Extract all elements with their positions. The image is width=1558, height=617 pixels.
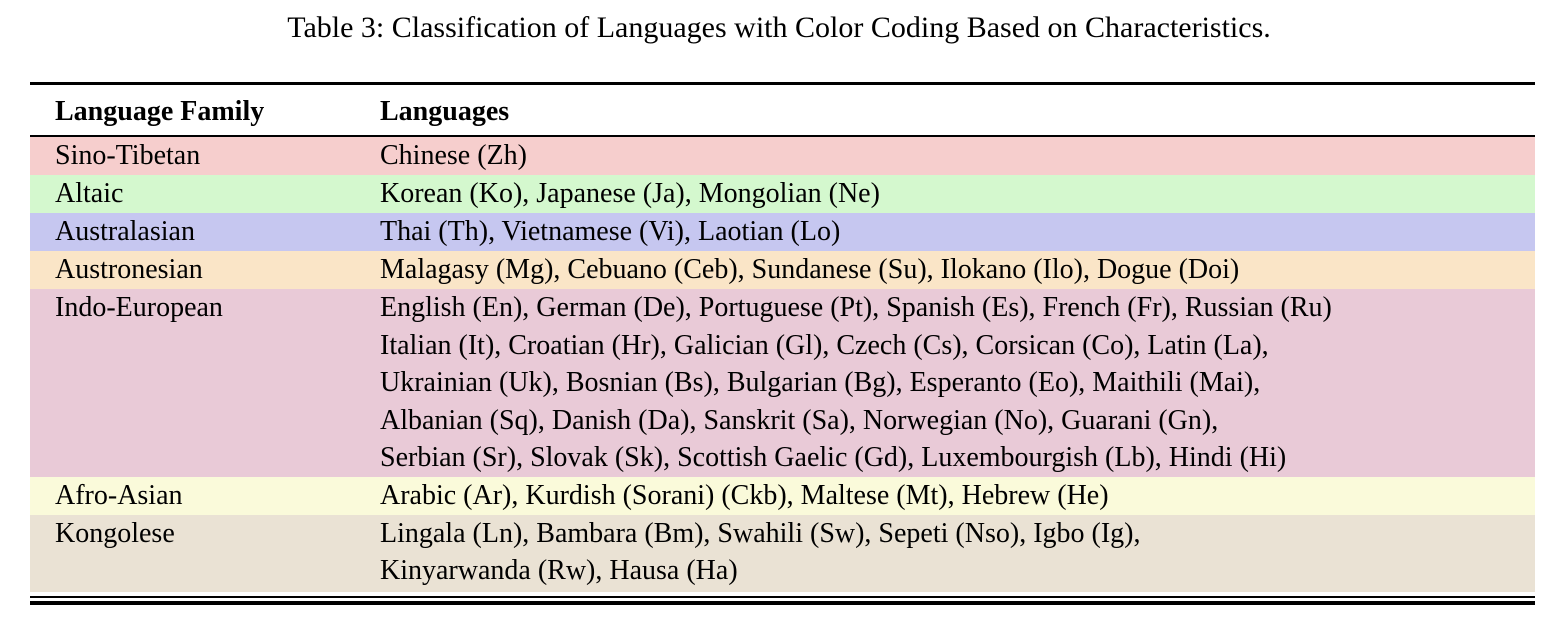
languages-cell: Arabic (Ar), Kurdish (Sorani) (Ckb), Mal… bbox=[380, 477, 1535, 515]
family-cell: Australasian bbox=[30, 213, 380, 251]
table-row-indo-european: Indo-European English (En), German (De),… bbox=[30, 289, 1535, 477]
table-row-altaic: Altaic Korean (Ko), Japanese (Ja), Mongo… bbox=[30, 175, 1535, 213]
family-cell: Indo-European bbox=[30, 289, 380, 477]
table-row-austronesian: Austronesian Malagasy (Mg), Cebuano (Ceb… bbox=[30, 251, 1535, 289]
table-row-kongolese: Kongolese Lingala (Ln), Bambara (Bm), Sw… bbox=[30, 515, 1535, 592]
languages-cell: Thai (Th), Vietnamese (Vi), Laotian (Lo) bbox=[380, 213, 1535, 251]
table-header: Language Family Languages bbox=[30, 84, 1535, 137]
languages-cell: English (En), German (De), Portuguese (P… bbox=[380, 289, 1535, 477]
languages-cell: Korean (Ko), Japanese (Ja), Mongolian (N… bbox=[380, 175, 1535, 213]
col-header-language-family: Language Family bbox=[30, 84, 380, 137]
family-cell: Kongolese bbox=[30, 515, 380, 592]
table-caption: Table 3: Classification of Languages wit… bbox=[0, 8, 1558, 48]
table-row-sino-tibetan: Sino-Tibetan Chinese (Zh) bbox=[30, 136, 1535, 175]
family-cell: Afro-Asian bbox=[30, 477, 380, 515]
language-classification-table: Language Family Languages Sino-Tibetan C… bbox=[30, 82, 1535, 592]
languages-cell: Chinese (Zh) bbox=[380, 136, 1535, 175]
family-cell: Austronesian bbox=[30, 251, 380, 289]
header-row: Language Family Languages bbox=[30, 84, 1535, 137]
table-row-australasian: Australasian Thai (Th), Vietnamese (Vi),… bbox=[30, 213, 1535, 251]
table-bottom-rule bbox=[30, 596, 1535, 605]
col-header-languages: Languages bbox=[380, 84, 1535, 137]
languages-cell: Malagasy (Mg), Cebuano (Ceb), Sundanese … bbox=[380, 251, 1535, 289]
table-row-afro-asian: Afro-Asian Arabic (Ar), Kurdish (Sorani)… bbox=[30, 477, 1535, 515]
page: Table 3: Classification of Languages wit… bbox=[0, 8, 1558, 617]
languages-cell: Lingala (Ln), Bambara (Bm), Swahili (Sw)… bbox=[380, 515, 1535, 592]
family-cell: Altaic bbox=[30, 175, 380, 213]
family-cell: Sino-Tibetan bbox=[30, 136, 380, 175]
